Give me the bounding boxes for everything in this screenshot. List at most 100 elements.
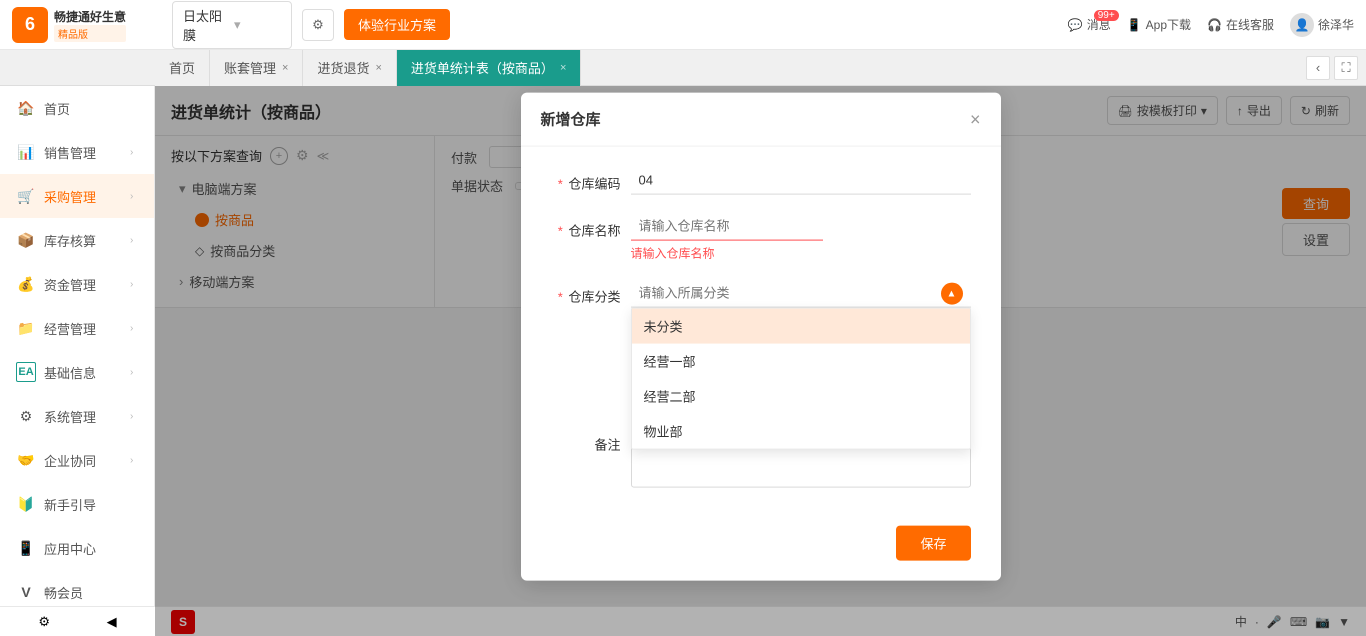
trial-button[interactable]: 体验行业方案 — [344, 9, 450, 40]
collab-icon: 🤝 — [16, 450, 36, 470]
tab-purchase-stats[interactable]: 进货单统计表（按商品） × — [397, 50, 581, 86]
logo-badge: 精品版 — [54, 25, 126, 42]
category-label: * 仓库分类 — [551, 280, 621, 306]
sidebar-item-system[interactable]: ⚙ 系统管理 › — [0, 394, 154, 438]
business-icon: 📁 — [16, 318, 36, 338]
sidebar-item-collab-label: 企业协同 — [44, 451, 96, 470]
sidebar-item-base-info[interactable]: EA 基础信息 › — [0, 350, 154, 394]
base-info-icon: EA — [16, 362, 36, 382]
dropdown-label-0: 未分类 — [644, 320, 683, 335]
store-selector[interactable]: 日太阳膜 ▾ — [172, 1, 292, 49]
dropdown-item-dept1[interactable]: 经营一部 — [632, 344, 970, 379]
online-service-button[interactable]: 🎧 在线客服 — [1207, 16, 1274, 33]
tab-home[interactable]: 首页 — [155, 50, 210, 86]
sidebar-item-finance[interactable]: 💰 资金管理 › — [0, 262, 154, 306]
modal-header: 新增仓库 × — [521, 93, 1001, 147]
new-warehouse-modal: 新增仓库 × * 仓库编码 * 仓库名称 — [521, 93, 1001, 581]
code-input[interactable] — [631, 167, 971, 195]
sidebar-item-business[interactable]: 📁 经营管理 › — [0, 306, 154, 350]
user-profile-button[interactable]: 👤 徐泽华 — [1290, 13, 1354, 37]
dropdown-item-dept3[interactable]: 物业部 — [632, 414, 970, 449]
sidebar-item-collab[interactable]: 🤝 企业协同 › — [0, 438, 154, 482]
user-name: 徐泽华 — [1318, 16, 1354, 33]
messages-button[interactable]: 💬 消息 99+ — [1068, 16, 1111, 33]
sidebar-item-base-info-label: 基础信息 — [44, 363, 96, 382]
tab-accounts-close[interactable]: × — [282, 62, 288, 74]
logo-area: 6 畅捷通好生意 精品版 — [12, 7, 162, 43]
code-label: * 仓库编码 — [551, 167, 621, 193]
modal-body: * 仓库编码 * 仓库名称 请输入仓库名称 — [521, 147, 1001, 526]
tab-prev-button[interactable]: ‹ — [1306, 56, 1330, 80]
tab-bar-controls: ‹ ⛶ — [1306, 56, 1366, 80]
notes-label-text: 备注 — [594, 438, 620, 453]
sidebar-settings-icon[interactable]: ⚙ — [38, 614, 50, 630]
chevron-right-icon-3: › — [130, 235, 138, 246]
dropdown-item-unclassified[interactable]: 未分类 — [632, 309, 970, 344]
avatar-icon: 👤 — [1290, 13, 1314, 37]
sidebar-item-purchase[interactable]: 🛒 采购管理 › — [0, 174, 154, 218]
app-download-label: App下载 — [1146, 16, 1191, 33]
content-area: 进货单统计（按商品） 🖨 按模板打印 ▾ ↑ 导出 ↻ 刷新 — [155, 86, 1366, 636]
logo-title: 畅捷通好生意 — [54, 8, 126, 25]
dropdown-item-dept2[interactable]: 经营二部 — [632, 379, 970, 414]
name-input[interactable] — [631, 213, 823, 241]
sidebar-item-home[interactable]: 🏠 首页 — [0, 86, 154, 130]
modal-close-button[interactable]: × — [970, 110, 981, 128]
sidebar-item-apps[interactable]: 📱 应用中心 — [0, 526, 154, 570]
online-service-label: 在线客服 — [1226, 16, 1274, 33]
dropdown-label-1: 经营一部 — [644, 355, 696, 370]
required-star-2: * — [558, 224, 563, 239]
tab-bar: 首页 账套管理 × 进货退货 × 进货单统计表（按商品） × ‹ ⛶ — [0, 50, 1366, 86]
sidebar-item-finance-label: 资金管理 — [44, 275, 96, 294]
tab-accounts-label: 账套管理 — [224, 58, 276, 77]
store-name: 日太阳膜 — [183, 6, 230, 44]
tab-purchase-return[interactable]: 进货退货 × — [303, 50, 396, 86]
category-dropdown: 未分类 经营一部 经营二部 物业部 — [631, 308, 971, 450]
tab-accounts[interactable]: 账套管理 × — [210, 50, 303, 86]
vip-icon: V — [16, 582, 36, 602]
guide-icon: 🔰 — [16, 494, 36, 514]
sidebar: 🏠 首页 📊 销售管理 › 🛒 采购管理 › 📦 库存核算 › 💰 资金管理 ›… — [0, 86, 155, 636]
sidebar-collapse-icon[interactable]: ◀ — [107, 614, 117, 630]
sidebar-item-sales[interactable]: 📊 销售管理 › — [0, 130, 154, 174]
chevron-right-icon-7: › — [130, 411, 138, 422]
system-icon: ⚙ — [16, 406, 36, 426]
chevron-down-icon: ▾ — [234, 17, 281, 33]
logo-text: 畅捷通好生意 精品版 — [54, 8, 126, 42]
chevron-right-icon-5: › — [130, 323, 138, 334]
sidebar-bottom: ⚙ ◀ — [0, 606, 155, 636]
category-label-text: 仓库分类 — [568, 290, 620, 305]
tab-purchase-stats-close[interactable]: × — [560, 62, 566, 74]
name-error-row: 请输入仓库名称 — [551, 245, 715, 262]
notes-label: 备注 — [551, 428, 621, 454]
name-label: * 仓库名称 — [551, 214, 621, 240]
inventory-icon: 📦 — [16, 230, 36, 250]
home-icon: 🏠 — [16, 98, 36, 118]
headset-icon: 🎧 — [1207, 18, 1222, 32]
category-input[interactable] — [631, 280, 971, 308]
main-layout: 🏠 首页 📊 销售管理 › 🛒 采购管理 › 📦 库存核算 › 💰 资金管理 ›… — [0, 86, 1366, 636]
app-download-button[interactable]: 📱 App下载 — [1127, 16, 1191, 33]
message-icon: 💬 — [1068, 18, 1083, 32]
sidebar-item-system-label: 系统管理 — [44, 407, 96, 426]
required-star-1: * — [558, 177, 563, 192]
sidebar-item-inventory[interactable]: 📦 库存核算 › — [0, 218, 154, 262]
form-row-code: * 仓库编码 — [551, 167, 971, 195]
save-button[interactable]: 保存 — [896, 526, 970, 561]
finance-icon: 💰 — [16, 274, 36, 294]
name-label-text: 仓库名称 — [568, 224, 620, 239]
gear-button[interactable]: ⚙ — [302, 9, 334, 41]
modal-title: 新增仓库 — [541, 109, 601, 130]
tab-expand-button[interactable]: ⛶ — [1334, 56, 1358, 80]
tab-home-label: 首页 — [169, 58, 195, 77]
sidebar-item-home-label: 首页 — [44, 99, 70, 118]
apps-icon: 📱 — [16, 538, 36, 558]
tab-purchase-return-close[interactable]: × — [375, 62, 381, 74]
sidebar-item-sales-label: 销售管理 — [44, 143, 96, 162]
chevron-right-icon-6: › — [130, 367, 138, 378]
sidebar-item-guide[interactable]: 🔰 新手引导 — [0, 482, 154, 526]
chevron-right-icon-4: › — [130, 279, 138, 290]
gear-icon: ⚙ — [312, 17, 324, 33]
category-arrow-icon[interactable]: ▲ — [941, 283, 963, 305]
form-row-category: * 仓库分类 ▲ 未分类 经营一部 — [551, 280, 971, 308]
